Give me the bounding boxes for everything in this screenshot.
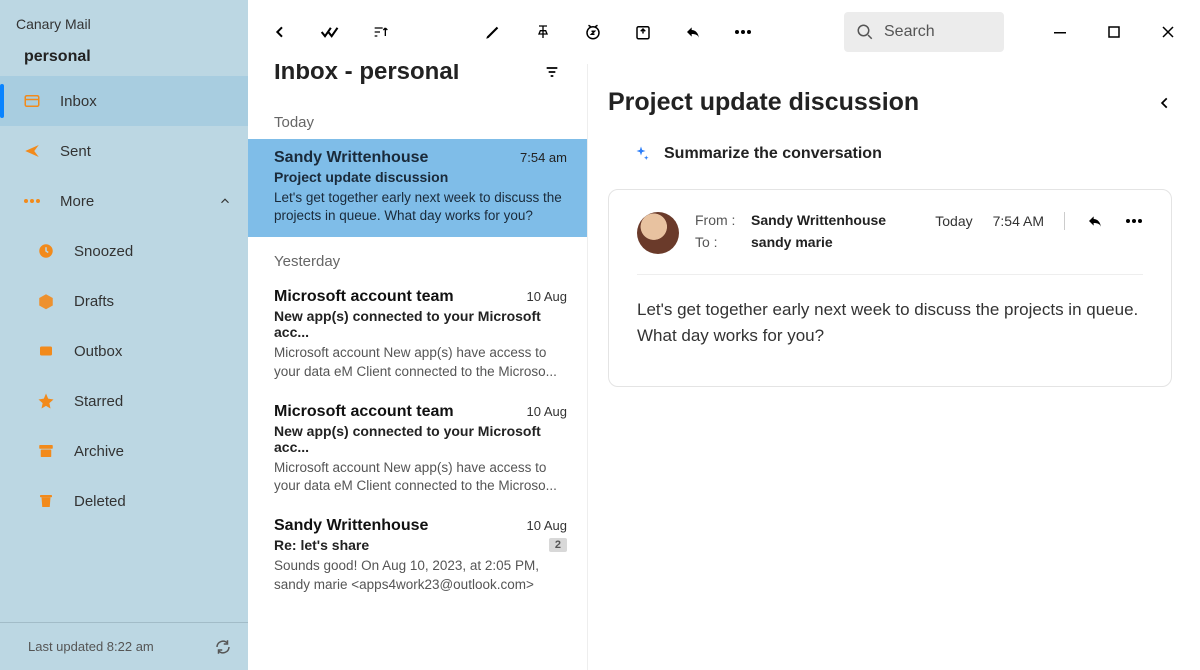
- sidebar-item-label: Deleted: [74, 493, 126, 510]
- to-label: To :: [695, 234, 743, 250]
- outbox-icon: [36, 341, 56, 361]
- overflow-button[interactable]: [731, 20, 755, 44]
- message-preview: Sounds good! On Aug 10, 2023, at 2:05 PM…: [274, 557, 567, 593]
- sidebar-item-deleted[interactable]: Deleted: [0, 476, 248, 526]
- archive-icon: [36, 441, 56, 461]
- message-preview: Microsoft account New app(s) have access…: [274, 344, 567, 380]
- from-label: From :: [695, 212, 743, 228]
- sidebar-item-more[interactable]: More: [0, 176, 248, 226]
- sidebar-item-sent[interactable]: Sent: [0, 126, 248, 176]
- close-button[interactable]: [1156, 20, 1180, 44]
- message-from: Sandy Writtenhouse: [274, 517, 428, 535]
- message-from: Microsoft account team: [274, 288, 454, 306]
- search-placeholder: Search: [884, 23, 935, 41]
- compose-button[interactable]: [481, 20, 505, 44]
- message-from: Sandy Writtenhouse: [274, 149, 428, 167]
- sidebar-item-label: Starred: [74, 393, 123, 410]
- sidebar-item-drafts[interactable]: Drafts: [0, 276, 248, 326]
- back-button[interactable]: [268, 20, 292, 44]
- sidebar-item-starred[interactable]: Starred: [0, 376, 248, 426]
- collapse-reader-button[interactable]: [1158, 94, 1172, 112]
- message-card: From : Sandy Writtenhouse To : sandy mar…: [608, 189, 1172, 387]
- sparkle-icon: [632, 145, 650, 163]
- mark-read-button[interactable]: [318, 20, 342, 44]
- reply-button[interactable]: [681, 20, 705, 44]
- message-overflow-button[interactable]: [1125, 218, 1143, 224]
- star-icon: [36, 391, 56, 411]
- avatar: [637, 212, 679, 254]
- sidebar-item-outbox[interactable]: Outbox: [0, 326, 248, 376]
- sidebar-item-label: Sent: [60, 143, 91, 160]
- reply-icon[interactable]: [1085, 213, 1105, 229]
- reader-pane: Project update discussion Summarize the …: [588, 0, 1200, 670]
- sidebar-item-label: Archive: [74, 443, 124, 460]
- message-item[interactable]: Sandy Writtenhouse 10 Aug Re: let's shar…: [248, 507, 587, 605]
- message-time: 7:54 am: [520, 150, 567, 165]
- from-value: Sandy Writtenhouse: [751, 212, 886, 228]
- message-item[interactable]: Microsoft account team 10 Aug New app(s)…: [248, 278, 587, 392]
- minimize-button[interactable]: [1048, 20, 1072, 44]
- message-time: 7:54 AM: [993, 213, 1044, 229]
- message-time: 10 Aug: [527, 404, 568, 419]
- chevron-up-icon: [218, 194, 232, 208]
- message-time: 10 Aug: [527, 289, 568, 304]
- trash-icon: [36, 491, 56, 511]
- message-body: Let's get together early next week to di…: [637, 297, 1143, 348]
- toolbar: Search: [248, 0, 1200, 64]
- account-name[interactable]: personal: [0, 40, 248, 76]
- move-button[interactable]: [631, 20, 655, 44]
- message-item[interactable]: Sandy Writtenhouse 7:54 am Project updat…: [248, 139, 587, 237]
- refresh-icon[interactable]: [214, 638, 232, 656]
- message-subject: Re: let's share: [274, 537, 369, 553]
- message-list: Inbox - personal Today Sandy Writtenhous…: [248, 0, 588, 670]
- app-title: Canary Mail: [0, 0, 248, 40]
- message-preview: Let's get together early next week to di…: [274, 189, 567, 225]
- last-updated-label: Last updated 8:22 am: [28, 639, 154, 654]
- message-item[interactable]: Microsoft account team 10 Aug New app(s)…: [248, 393, 587, 507]
- message-time: 10 Aug: [527, 518, 568, 533]
- filter-button[interactable]: [543, 64, 561, 80]
- sidebar: Canary Mail personal Inbox Sent More: [0, 0, 248, 670]
- maximize-button[interactable]: [1102, 20, 1126, 44]
- more-icon: [22, 191, 42, 211]
- message-subject: New app(s) connected to your Microsoft a…: [274, 423, 567, 455]
- sidebar-item-inbox[interactable]: Inbox: [0, 76, 248, 126]
- sidebar-item-label: Drafts: [74, 293, 114, 310]
- summarize-button[interactable]: Summarize the conversation: [632, 145, 1172, 163]
- sidebar-item-label: Outbox: [74, 343, 122, 360]
- clock-icon: [36, 241, 56, 261]
- sidebar-footer: Last updated 8:22 am: [0, 622, 248, 670]
- snooze-button[interactable]: [581, 20, 605, 44]
- divider: [1064, 212, 1065, 230]
- sidebar-item-label: Inbox: [60, 93, 97, 110]
- sidebar-item-snoozed[interactable]: Snoozed: [0, 226, 248, 276]
- inbox-icon: [22, 91, 42, 111]
- section-yesterday: Yesterday: [248, 237, 587, 278]
- message-preview: Microsoft account New app(s) have access…: [274, 459, 567, 495]
- pin-button[interactable]: [531, 20, 555, 44]
- to-value: sandy marie: [751, 234, 833, 250]
- sent-icon: [22, 141, 42, 161]
- summarize-label: Summarize the conversation: [664, 145, 882, 163]
- search-input[interactable]: Search: [844, 12, 1004, 52]
- message-date: Today: [935, 213, 972, 229]
- sidebar-item-label: More: [60, 193, 94, 210]
- sidebar-item-label: Snoozed: [74, 243, 133, 260]
- message-subject: Project update discussion: [274, 169, 567, 185]
- thread-count-badge: 2: [549, 538, 567, 552]
- sort-button[interactable]: [368, 20, 392, 44]
- drafts-icon: [36, 291, 56, 311]
- section-today: Today: [248, 98, 587, 139]
- message-subject: New app(s) connected to your Microsoft a…: [274, 308, 567, 340]
- message-from: Microsoft account team: [274, 403, 454, 421]
- sidebar-item-archive[interactable]: Archive: [0, 426, 248, 476]
- search-icon: [856, 23, 874, 41]
- reader-title: Project update discussion: [608, 88, 919, 117]
